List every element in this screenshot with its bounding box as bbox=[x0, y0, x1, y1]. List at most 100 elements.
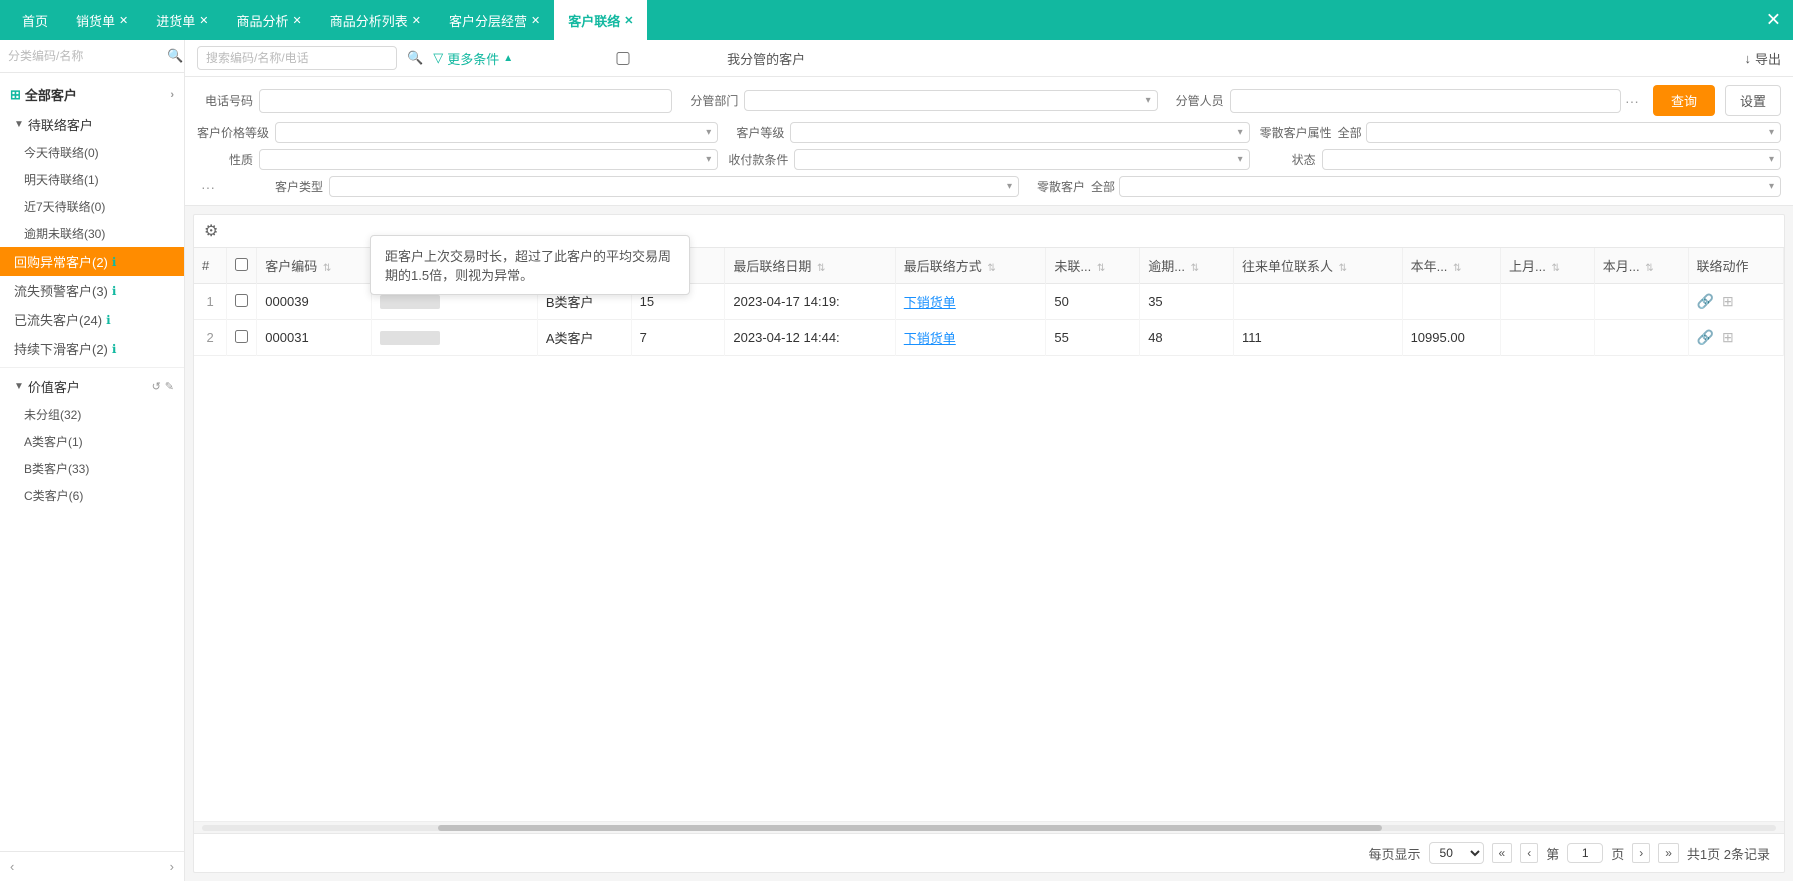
sidebar-item-repurchase-abnormal[interactable]: 回购异常客户(2) ℹ bbox=[0, 247, 184, 276]
filter-dept: 分管部门 ▾ bbox=[682, 90, 1157, 111]
sidebar-item-lost[interactable]: 已流失客户(24) ℹ bbox=[0, 305, 184, 334]
sidebar-item-tomorrow[interactable]: 明天待联络(1) bbox=[0, 166, 184, 193]
nav-purchase[interactable]: 进货单 ✕ bbox=[142, 0, 222, 40]
nav-customer-tier[interactable]: 客户分层经营 ✕ bbox=[435, 0, 554, 40]
sidebar-item-7days[interactable]: 近7天待联络(0) bbox=[0, 193, 184, 220]
sidebar-search-input[interactable] bbox=[8, 49, 163, 63]
nav-customer-contact-close[interactable]: ✕ bbox=[624, 14, 633, 27]
sidebar: 🔍 ⊞ 全部客户 › ▼ 待联络客户 今天待联络(0) 明天待联络(1) 近7天… bbox=[0, 40, 185, 881]
nav-analysis[interactable]: 商品分析 ✕ bbox=[222, 0, 315, 40]
sidebar-group-pending[interactable]: ▼ 待联络客户 bbox=[0, 110, 184, 139]
select-all-checkbox[interactable] bbox=[235, 258, 248, 271]
nav-sales-close[interactable]: ✕ bbox=[119, 14, 128, 27]
sidebar-item-class-c[interactable]: C类客户(6) bbox=[0, 482, 184, 509]
price-grade-select[interactable]: ▾ bbox=[275, 122, 718, 143]
status-select[interactable]: ▾ bbox=[1322, 149, 1781, 170]
sidebar-arrow-right[interactable]: › bbox=[170, 859, 174, 874]
col-this-month[interactable]: 本月... ⇅ bbox=[1594, 248, 1688, 284]
nav-purchase-close[interactable]: ✕ bbox=[199, 14, 208, 27]
window-close-button[interactable]: ✕ bbox=[1766, 10, 1781, 31]
sidebar-all-customers[interactable]: ⊞ 全部客户 › bbox=[0, 79, 184, 110]
row-lcm-2[interactable]: 下销货单 bbox=[895, 320, 1046, 356]
row-checkbox-1[interactable] bbox=[227, 284, 257, 320]
manager-input[interactable] bbox=[1230, 89, 1621, 113]
info-icon-3[interactable]: ℹ bbox=[106, 313, 111, 327]
per-page-select[interactable]: 50 100 200 bbox=[1429, 842, 1484, 864]
horizontal-scrollbar[interactable] bbox=[194, 821, 1784, 833]
link-icon-1[interactable]: 🔗 bbox=[1697, 293, 1714, 310]
grid-action-icon-1[interactable]: ⊞ bbox=[1722, 293, 1734, 310]
arrow-down-icon: ▼ bbox=[14, 119, 24, 130]
sidebar-item-declining[interactable]: 持续下滑客户(2) ℹ bbox=[0, 334, 184, 363]
filter-dots-icon[interactable]: ··· bbox=[197, 179, 219, 195]
first-page-button[interactable]: « bbox=[1492, 843, 1513, 863]
prev-page-button[interactable]: ‹ bbox=[1520, 843, 1538, 863]
row-tm-1 bbox=[1594, 284, 1688, 320]
page-input[interactable] bbox=[1567, 843, 1603, 863]
nav-analysis-close[interactable]: ✕ bbox=[293, 14, 302, 27]
filter-dots-field: ··· bbox=[197, 179, 257, 195]
info-icon-2[interactable]: ℹ bbox=[112, 284, 117, 298]
link-icon-2[interactable]: 🔗 bbox=[1697, 329, 1714, 346]
nav-sales[interactable]: 销货单 ✕ bbox=[62, 0, 142, 40]
sidebar-item-today[interactable]: 今天待联络(0) bbox=[0, 139, 184, 166]
phone-input[interactable] bbox=[259, 89, 672, 113]
query-button[interactable]: 查询 bbox=[1653, 85, 1715, 116]
row-check-1[interactable] bbox=[235, 294, 248, 307]
nav-home[interactable]: 首页 bbox=[8, 0, 62, 40]
sidebar-item-overdue-contact[interactable]: 逾期未联络(30) bbox=[0, 220, 184, 247]
next-page-button[interactable]: › bbox=[1632, 843, 1650, 863]
col-contacts[interactable]: 往来单位联系人 ⇅ bbox=[1233, 248, 1402, 284]
row-lcm-1[interactable]: 下销货单 bbox=[895, 284, 1046, 320]
info-icon[interactable]: ℹ bbox=[112, 255, 117, 269]
nav-analysis-list-close[interactable]: ✕ bbox=[412, 14, 421, 27]
payment-select[interactable]: ▾ bbox=[794, 149, 1249, 170]
row-lcm-link-1[interactable]: 下销货单 bbox=[904, 295, 956, 310]
manager-dots[interactable]: ··· bbox=[1621, 93, 1643, 109]
table-scroll-wrapper[interactable]: # 客户编码 ⇅ 客户名称 ⇅ 客户... ⇅ 联络... ⇅ 最后联络日期 ⇅… bbox=[194, 248, 1784, 821]
customer-type-select[interactable]: ▾ bbox=[329, 176, 1019, 197]
grid-action-icon-2[interactable]: ⊞ bbox=[1722, 329, 1734, 346]
info-icon-4[interactable]: ℹ bbox=[112, 342, 117, 356]
my-customers-checkbox[interactable]: 我分管的客户 bbox=[523, 49, 805, 68]
col-no-contact[interactable]: 未联... ⇅ bbox=[1046, 248, 1140, 284]
my-customers-check[interactable] bbox=[523, 52, 723, 65]
more-conditions-button[interactable]: ▽ 更多条件 ▲ bbox=[433, 49, 513, 68]
retail-select[interactable]: ▾ bbox=[1119, 176, 1781, 197]
sidebar-item-class-a[interactable]: A类客户(1) bbox=[0, 428, 184, 455]
gender-select[interactable]: ▾ bbox=[259, 149, 718, 170]
sidebar-arrow-left[interactable]: ‹ bbox=[10, 859, 14, 874]
retail-arrow-icon: ▾ bbox=[1769, 181, 1774, 192]
sidebar-item-ungrouped[interactable]: 未分组(32) bbox=[0, 401, 184, 428]
col-overdue[interactable]: 逾期... ⇅ bbox=[1140, 248, 1234, 284]
row-lcm-link-2[interactable]: 下销货单 bbox=[904, 331, 956, 346]
table-settings-icon[interactable]: ⚙ bbox=[204, 221, 218, 241]
edit-icon[interactable]: ✎ bbox=[165, 380, 174, 393]
sidebar-item-lost-warning[interactable]: 流失预警客户(3) ℹ bbox=[0, 276, 184, 305]
row-check-2[interactable] bbox=[235, 330, 248, 343]
last-page-button[interactable]: » bbox=[1658, 843, 1679, 863]
search-icon[interactable]: 🔍 bbox=[407, 50, 423, 66]
sidebar-search-icon[interactable]: 🔍 bbox=[167, 48, 183, 64]
col-last-contact-method[interactable]: 最后联络方式 ⇅ bbox=[895, 248, 1046, 284]
export-button[interactable]: ↓ 导出 bbox=[1744, 49, 1781, 68]
nav-customer-tier-close[interactable]: ✕ bbox=[531, 14, 540, 27]
nav-analysis-list[interactable]: 商品分析列表 ✕ bbox=[316, 0, 435, 40]
sidebar-item-class-b[interactable]: B类客户(33) bbox=[0, 455, 184, 482]
sidebar-group-value-customers[interactable]: ▼ 价值客户 ↺ ✎ bbox=[0, 372, 184, 401]
content-area: 距客户上次交易时长，超过了此客户的平均交易周期的1.5倍，则视为异常。 🔍 ▽ … bbox=[185, 40, 1793, 881]
scroll-track[interactable] bbox=[202, 825, 1776, 831]
col-last-month[interactable]: 上月... ⇅ bbox=[1501, 248, 1595, 284]
col-last-contact-date[interactable]: 最后联络日期 ⇅ bbox=[725, 248, 895, 284]
col-code[interactable]: 客户编码 ⇅ bbox=[257, 248, 372, 284]
customer-grade-select[interactable]: ▾ bbox=[790, 122, 1249, 143]
scroll-thumb[interactable] bbox=[438, 825, 1382, 831]
search-input[interactable] bbox=[197, 46, 397, 70]
row-checkbox-2[interactable] bbox=[227, 320, 257, 356]
retail-attr-select[interactable]: ▾ bbox=[1366, 122, 1781, 143]
col-this-year[interactable]: 本年... ⇅ bbox=[1402, 248, 1500, 284]
dept-select[interactable]: ▾ bbox=[744, 90, 1157, 111]
refresh-icon[interactable]: ↺ bbox=[152, 380, 161, 393]
nav-customer-contact[interactable]: 客户联络 ✕ bbox=[554, 0, 647, 40]
settings-button[interactable]: 设置 bbox=[1725, 85, 1781, 116]
